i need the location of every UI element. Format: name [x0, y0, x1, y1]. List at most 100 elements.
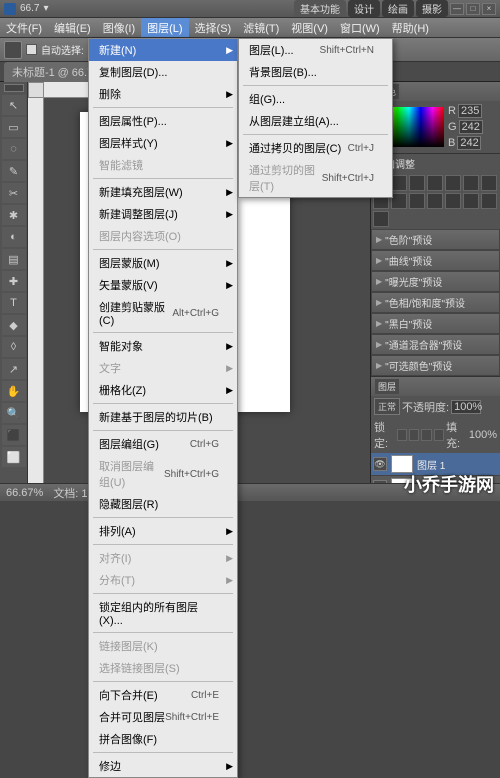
submenu-item[interactable]: 图层(L)...Shift+Ctrl+N — [239, 39, 392, 61]
toolbox-grip[interactable] — [4, 84, 24, 92]
b-value[interactable]: 242 — [457, 136, 481, 150]
tool-button[interactable]: ↗ — [2, 359, 26, 379]
menu-item[interactable]: 编辑(E) — [48, 18, 97, 37]
lock-trans-icon[interactable] — [397, 429, 407, 441]
menu-item[interactable]: 新建填充图层(W)▶ — [89, 181, 237, 203]
minimize-button[interactable]: — — [450, 3, 464, 15]
g-value[interactable]: 242 — [459, 120, 483, 134]
submenu-item[interactable]: 组(G)... — [239, 88, 392, 110]
tool-button[interactable]: ✋ — [2, 381, 26, 401]
menu-item[interactable]: 栅格化(Z)▶ — [89, 379, 237, 401]
menu-item[interactable]: 图层样式(Y)▶ — [89, 132, 237, 154]
adjustment-icon[interactable] — [481, 175, 497, 191]
preset-item[interactable]: ▶"通道混合器"预设 — [371, 334, 500, 355]
menu-item[interactable]: 锁定组内的所有图层(X)... — [89, 596, 237, 630]
workspace-tab-paint[interactable]: 绘画 — [382, 0, 414, 17]
menu-item: 分布(T)▶ — [89, 569, 237, 591]
tool-button[interactable]: ▤ — [2, 249, 26, 269]
adjustment-icon[interactable] — [409, 193, 425, 209]
adjustment-icon[interactable] — [445, 193, 461, 209]
tool-button[interactable]: ◊ — [2, 337, 26, 357]
menu-item[interactable]: 选择(S) — [189, 18, 238, 37]
menu-item[interactable]: 排列(A)▶ — [89, 520, 237, 542]
preset-item[interactable]: ▶"曲线"预设 — [371, 250, 500, 271]
menu-item[interactable]: 合并可见图层Shift+Ctrl+E — [89, 706, 237, 728]
tool-preset-icon[interactable] — [4, 41, 22, 59]
preset-item[interactable]: ▶"色相/饱和度"预设 — [371, 292, 500, 313]
menu-item[interactable]: 图层(L) — [141, 18, 188, 37]
tool-button[interactable]: ◆ — [2, 315, 26, 335]
menu-item[interactable]: 智能对象▶ — [89, 335, 237, 357]
menu-item[interactable]: 删除▶ — [89, 83, 237, 105]
preset-item[interactable]: ▶"曝光度"预设 — [371, 271, 500, 292]
adjustment-icon[interactable] — [391, 193, 407, 209]
menu-item[interactable]: 拼合图像(F) — [89, 728, 237, 750]
adjustment-icon[interactable] — [409, 175, 425, 191]
menu-item[interactable]: 窗口(W) — [334, 18, 386, 37]
fill-value[interactable]: 100% — [469, 429, 497, 441]
adjustment-icon[interactable] — [427, 193, 443, 209]
tool-button[interactable]: ▭ — [2, 117, 26, 137]
submenu-item[interactable]: 背景图层(B)... — [239, 61, 392, 83]
preset-item[interactable]: ▶"可选颜色"预设 — [371, 355, 500, 376]
adjustment-icon[interactable] — [391, 175, 407, 191]
menu-item[interactable]: 图像(I) — [97, 18, 141, 37]
menu-item[interactable]: 文件(F) — [0, 18, 48, 37]
lock-position-icon[interactable] — [421, 429, 431, 441]
adjustment-icon[interactable] — [373, 211, 389, 227]
menu-item[interactable]: 新建(N)▶ — [89, 39, 237, 61]
menu-item[interactable]: 滤镜(T) — [237, 18, 285, 37]
menu-item[interactable]: 新建基于图层的切片(B) — [89, 406, 237, 428]
maximize-button[interactable]: □ — [466, 3, 480, 15]
menu-item[interactable]: 图层编组(G)Ctrl+G — [89, 433, 237, 455]
submenu-item[interactable]: 从图层建立组(A)... — [239, 110, 392, 132]
tool-button[interactable]: ◐ — [2, 227, 26, 247]
lock-all-icon[interactable] — [434, 429, 444, 441]
menu-item[interactable]: 复制图层(D)... — [89, 61, 237, 83]
menu-item[interactable]: 向下合并(E)Ctrl+E — [89, 684, 237, 706]
r-value[interactable]: 235 — [458, 104, 482, 118]
blend-mode-dropdown[interactable]: 正常 — [374, 398, 400, 415]
status-zoom[interactable]: 66.67% — [6, 487, 43, 499]
menu-item[interactable]: 视图(V) — [285, 18, 334, 37]
adjustment-icon[interactable] — [463, 193, 479, 209]
workspace-tab-photo[interactable]: 摄影 — [416, 0, 448, 17]
visibility-icon[interactable]: 👁 — [373, 457, 387, 471]
adjustment-icon[interactable] — [445, 175, 461, 191]
disclosure-triangle-icon: ▶ — [376, 298, 382, 307]
submenu-item[interactable]: 通过拷贝的图层(C)Ctrl+J — [239, 137, 392, 159]
tool-button[interactable]: 🔍 — [2, 403, 26, 423]
tool-button[interactable]: ✚ — [2, 271, 26, 291]
preset-item[interactable]: ▶"色阶"预设 — [371, 229, 500, 250]
workspace-tab-design[interactable]: 设计 — [348, 0, 380, 17]
lock-pixels-icon[interactable] — [409, 429, 419, 441]
tool-button[interactable]: ✱ — [2, 205, 26, 225]
opacity-value[interactable]: 100% — [451, 400, 481, 414]
auto-select-checkbox[interactable] — [26, 44, 37, 55]
menu-item[interactable]: 创建剪贴蒙版(C)Alt+Ctrl+G — [89, 296, 237, 330]
tool-button[interactable]: ◌ — [2, 139, 26, 159]
workspace-tab-basic[interactable]: 基本功能 — [294, 0, 346, 17]
close-button[interactable]: × — [482, 3, 496, 15]
menu-item[interactable]: 新建调整图层(J)▶ — [89, 203, 237, 225]
tool-button[interactable]: ✎ — [2, 161, 26, 181]
adjustment-icon[interactable] — [463, 175, 479, 191]
preset-item[interactable]: ▶"黑白"预设 — [371, 313, 500, 334]
tool-button[interactable]: ⬛ — [2, 425, 26, 445]
new-submenu-dropdown: 图层(L)...Shift+Ctrl+N背景图层(B)... 组(G)...从图层… — [238, 38, 393, 198]
tool-button[interactable]: T — [2, 293, 26, 313]
menu-item[interactable]: 图层属性(P)... — [89, 110, 237, 132]
adjustment-icon[interactable] — [427, 175, 443, 191]
layer-menu-dropdown: 新建(N)▶复制图层(D)...删除▶图层属性(P)...图层样式(Y)▶智能滤… — [88, 38, 238, 778]
menu-item[interactable]: 帮助(H) — [386, 18, 435, 37]
tool-button[interactable]: ⬜ — [2, 447, 26, 467]
tool-button[interactable]: ✂ — [2, 183, 26, 203]
adjustment-icon[interactable] — [481, 193, 497, 209]
menu-item[interactable]: 隐藏图层(R) — [89, 493, 237, 515]
menu-item[interactable]: 修边▶ — [89, 755, 237, 777]
layers-tab[interactable]: 图层 — [375, 379, 399, 394]
menu-item[interactable]: 矢量蒙版(V)▶ — [89, 274, 237, 296]
menu-item: 取消图层编组(U)Shift+Ctrl+G — [89, 455, 237, 493]
menu-item[interactable]: 图层蒙版(M)▶ — [89, 252, 237, 274]
tool-button[interactable]: ↖ — [2, 95, 26, 115]
